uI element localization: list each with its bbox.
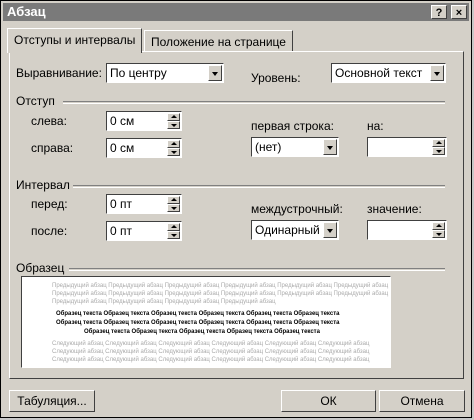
spacing-at-field[interactable]: [367, 220, 447, 240]
preview-next-line: Следующий абзац Следующий абзац Следующи…: [52, 349, 370, 355]
spacing-group-label: Интервал: [16, 178, 70, 192]
spin-down-icon[interactable]: [167, 121, 180, 129]
tabs-button[interactable]: Табуляция...: [9, 390, 95, 412]
preview-sample-line: Образец текста Образец текста Образец те…: [56, 311, 340, 317]
line-spacing-value: Одинарный: [255, 223, 320, 237]
level-label: Уровень:: [251, 71, 301, 85]
spin-down-icon[interactable]: [167, 148, 180, 156]
spacing-before-field[interactable]: 0 пт: [106, 194, 182, 214]
level-value: Основной текст: [335, 66, 423, 80]
help-button[interactable]: ?: [431, 5, 447, 19]
line-spacing-select[interactable]: Одинарный: [251, 220, 339, 240]
tab-line-page-breaks[interactable]: Положение на странице: [144, 30, 293, 52]
preview-group-label: Образец: [16, 261, 65, 275]
spacing-at-label: значение:: [367, 202, 422, 216]
alignment-select[interactable]: По центру: [106, 63, 224, 83]
close-button[interactable]: ×: [451, 5, 467, 19]
indent-left-spinner[interactable]: [167, 113, 180, 129]
tab-indents-spacing[interactable]: Отступы и интервалы: [7, 28, 143, 53]
spin-up-icon[interactable]: [167, 140, 180, 148]
spacing-after-value: 0 пт: [110, 224, 133, 238]
preview-prev-line: Предыдущий абзац Предыдущий абзац Предыд…: [52, 291, 389, 297]
line-spacing-label: междустрочный:: [251, 202, 343, 216]
spacing-after-field[interactable]: 0 пт: [106, 221, 182, 241]
spin-down-icon[interactable]: [167, 204, 180, 212]
spacing-after-spinner[interactable]: [167, 223, 180, 239]
chevron-down-icon[interactable]: [208, 65, 222, 81]
indent-right-label: справа:: [31, 141, 74, 155]
indent-by-spinner[interactable]: [432, 139, 445, 155]
spacing-after-label: после:: [31, 224, 68, 238]
dialog-title: Абзац: [7, 4, 46, 19]
indent-group-label: Отступ: [16, 94, 55, 108]
preview-next-line: Следующий абзац Следующий абзац Следующи…: [52, 341, 370, 347]
indent-left-label: слева:: [31, 114, 67, 128]
group-divider: [73, 185, 445, 188]
spin-up-icon[interactable]: [432, 139, 445, 147]
level-select[interactable]: Основной текст: [331, 63, 446, 83]
spacing-before-spinner[interactable]: [167, 196, 180, 212]
chevron-down-icon[interactable]: [430, 65, 444, 81]
spin-down-icon[interactable]: [432, 230, 445, 238]
indent-right-value: 0 см: [110, 141, 135, 155]
indent-by-field[interactable]: [367, 137, 447, 157]
group-divider: [63, 101, 445, 104]
first-line-label: первая строка:: [251, 119, 334, 133]
chevron-down-icon[interactable]: [323, 139, 337, 155]
preview-prev-line: Предыдущий абзац Предыдущий абзац Предыд…: [52, 299, 276, 305]
spin-up-icon[interactable]: [167, 113, 180, 121]
spacing-before-label: перед:: [31, 197, 68, 211]
preview-box: Предыдущий абзац Предыдущий абзац Предыд…: [21, 276, 391, 368]
first-line-value: (нет): [255, 140, 282, 154]
chevron-down-icon[interactable]: [323, 222, 337, 238]
indent-right-field[interactable]: 0 см: [106, 138, 182, 158]
indent-by-label: на:: [367, 119, 384, 133]
spin-down-icon[interactable]: [432, 147, 445, 155]
spin-up-icon[interactable]: [167, 196, 180, 204]
first-line-select[interactable]: (нет): [251, 137, 339, 157]
alignment-label: Выравнивание:: [16, 66, 102, 80]
preview-sample-line: Образец текста Образец текста Образец те…: [56, 320, 340, 326]
spin-down-icon[interactable]: [167, 231, 180, 239]
indent-right-spinner[interactable]: [167, 140, 180, 156]
tab-label: Положение на странице: [151, 35, 286, 49]
preview-next-line: Следующий абзац Следующий абзац Следующи…: [52, 357, 370, 363]
spin-up-icon[interactable]: [167, 223, 180, 231]
preview-sample-line: Образец текста Образец текста Образец те…: [84, 329, 320, 335]
spacing-at-spinner[interactable]: [432, 222, 445, 238]
alignment-value: По центру: [110, 66, 167, 80]
paragraph-dialog: Абзац ? × Отступы и интервалы Положение …: [0, 0, 472, 418]
group-divider: [69, 268, 445, 271]
ok-button[interactable]: ОК: [281, 390, 376, 412]
tab-label: Отступы и интервалы: [14, 33, 136, 47]
spin-up-icon[interactable]: [432, 222, 445, 230]
title-bar: Абзац ? ×: [3, 3, 469, 21]
indent-left-value: 0 см: [110, 114, 135, 128]
indent-left-field[interactable]: 0 см: [106, 111, 182, 131]
preview-prev-line: Предыдущий абзац Предыдущий абзац Предыд…: [52, 283, 389, 289]
cancel-button[interactable]: Отмена: [379, 390, 465, 412]
spacing-before-value: 0 пт: [110, 197, 133, 211]
